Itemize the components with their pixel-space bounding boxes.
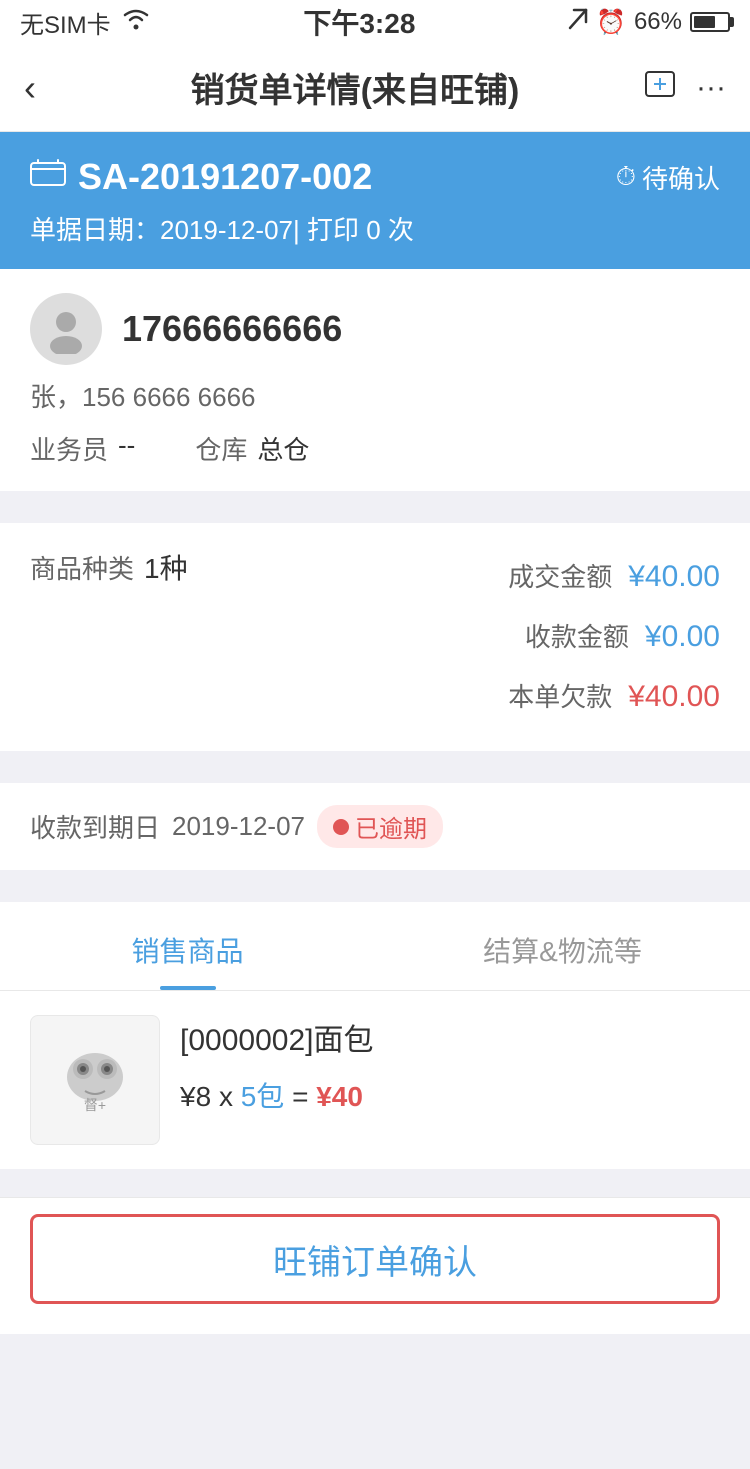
overdue-text: 已逾期: [355, 809, 427, 844]
due-label: 收款到期日: [30, 808, 160, 845]
salesperson-label: 业务员: [30, 430, 108, 467]
confirm-button-label: 旺铺订单确认: [273, 1235, 477, 1284]
transaction-row: 成交金额 ¥40.00: [508, 547, 720, 607]
confirm-order-button[interactable]: 旺铺订单确认: [30, 1214, 720, 1304]
order-header-card: SA-20191207-002 ⏱ 待确认 单据日期：2019-12-07| 打…: [0, 132, 750, 269]
nav-actions: ···: [626, 68, 726, 108]
owed-label: 本单欠款: [508, 671, 612, 723]
status-left: 无SIM卡: [20, 5, 151, 40]
transaction-amount: ¥40.00: [628, 547, 720, 607]
received-label: 收款金额: [525, 611, 629, 663]
tab-settlement[interactable]: 结算&物流等: [375, 902, 750, 990]
product-section: 督+ [0000002]面包 ¥8 x 5包 = ¥40: [0, 991, 750, 1169]
order-header-top: SA-20191207-002 ⏱ 待确认: [30, 156, 720, 198]
summary-left: 商品种类 1种: [30, 547, 188, 587]
product-kind-row: 商品种类 1种: [30, 547, 188, 587]
product-price-row: ¥8 x 5包 = ¥40: [180, 1075, 720, 1115]
product-info: [0000002]面包 ¥8 x 5包 = ¥40: [180, 1015, 720, 1115]
divider-3: [0, 886, 750, 902]
customer-section: 17666666666 张，156 6666 6666 业务员 -- 仓库 总仓: [0, 269, 750, 491]
overdue-badge: 已逾期: [317, 805, 443, 848]
multiply-symbol: x: [219, 1081, 241, 1112]
location-icon: [568, 8, 588, 37]
warehouse-value: 总仓: [257, 430, 309, 467]
order-id-icon: [30, 156, 66, 198]
back-button[interactable]: ‹: [24, 67, 84, 109]
overdue-dot-icon: [333, 819, 349, 835]
warehouse-label: 仓库: [195, 430, 247, 467]
tab-sales-product[interactable]: 销售商品: [0, 902, 375, 990]
summary-right: 成交金额 ¥40.00 收款金额 ¥0.00 本单欠款 ¥40.00: [508, 547, 720, 727]
salesperson-value: --: [118, 430, 135, 467]
tab-settlement-label: 结算&物流等: [483, 936, 642, 967]
status-bar: 无SIM卡 下午3:28 ⏰ 66%: [0, 0, 750, 44]
product-kind-value: 1种: [144, 547, 188, 587]
order-id: SA-20191207-002: [30, 156, 372, 198]
bottom-bar: 旺铺订单确认: [0, 1197, 750, 1334]
customer-name: 张，156 6666 6666: [30, 377, 720, 414]
share-icon[interactable]: [644, 68, 676, 108]
order-id-text: SA-20191207-002: [78, 156, 372, 198]
divider-1: [0, 507, 750, 523]
battery-percent: 66%: [634, 8, 682, 36]
product-thumbnail: 督+: [30, 1015, 160, 1145]
battery-icon: [690, 12, 730, 32]
product-total: ¥40: [316, 1081, 363, 1112]
wifi-icon: [121, 8, 151, 37]
svg-text:督+: 督+: [84, 1097, 106, 1113]
tabs-section: 销售商品 结算&物流等: [0, 902, 750, 991]
received-amount: ¥0.00: [645, 607, 720, 667]
avatar: [30, 293, 102, 365]
order-status: ⏱ 待确认: [616, 159, 720, 196]
owed-amount: ¥40.00: [628, 667, 720, 727]
page-title: 销货单详情(来自旺铺): [84, 63, 626, 112]
due-section: 收款到期日 2019-12-07 已逾期: [0, 783, 750, 870]
tab-sales-product-label: 销售商品: [131, 936, 243, 967]
due-date: 2019-12-07: [172, 811, 305, 842]
status-clock-icon: ⏱: [616, 161, 636, 193]
owed-row: 本单欠款 ¥40.00: [508, 667, 720, 727]
received-row: 收款金额 ¥0.00: [508, 607, 720, 667]
more-icon[interactable]: ···: [696, 71, 726, 105]
nav-bar: ‹ 销货单详情(来自旺铺) ···: [0, 44, 750, 132]
alarm-icon: ⏰: [596, 8, 626, 37]
summary-section: 商品种类 1种 成交金额 ¥40.00 收款金额 ¥0.00 本单欠款 ¥40.…: [0, 523, 750, 751]
warehouse-item: 仓库 总仓: [195, 430, 309, 467]
customer-row: 17666666666: [30, 293, 720, 365]
status-time: 下午3:28: [303, 2, 415, 42]
product-quantity: 5包: [241, 1081, 285, 1112]
customer-phone: 17666666666: [122, 308, 342, 350]
product-name: [0000002]面包: [180, 1015, 720, 1059]
date-label: 单据日期：: [30, 215, 160, 245]
print-info: | 打印 0 次: [293, 215, 414, 245]
product-price: ¥8: [180, 1081, 211, 1112]
order-date-info: 单据日期：2019-12-07| 打印 0 次: [30, 210, 720, 247]
transaction-label: 成交金额: [508, 551, 612, 603]
product-kind-label: 商品种类: [30, 549, 134, 586]
equals-symbol: =: [292, 1081, 316, 1112]
status-right: ⏰ 66%: [568, 8, 730, 37]
product-thumb-logo: 督+: [55, 1035, 135, 1124]
order-date: 2019-12-07: [160, 215, 293, 245]
carrier-text: 无SIM卡: [20, 5, 111, 40]
customer-meta: 业务员 -- 仓库 总仓: [30, 430, 720, 467]
order-status-text: 待确认: [642, 159, 720, 196]
divider-2: [0, 767, 750, 783]
salesperson-item: 业务员 --: [30, 430, 135, 467]
